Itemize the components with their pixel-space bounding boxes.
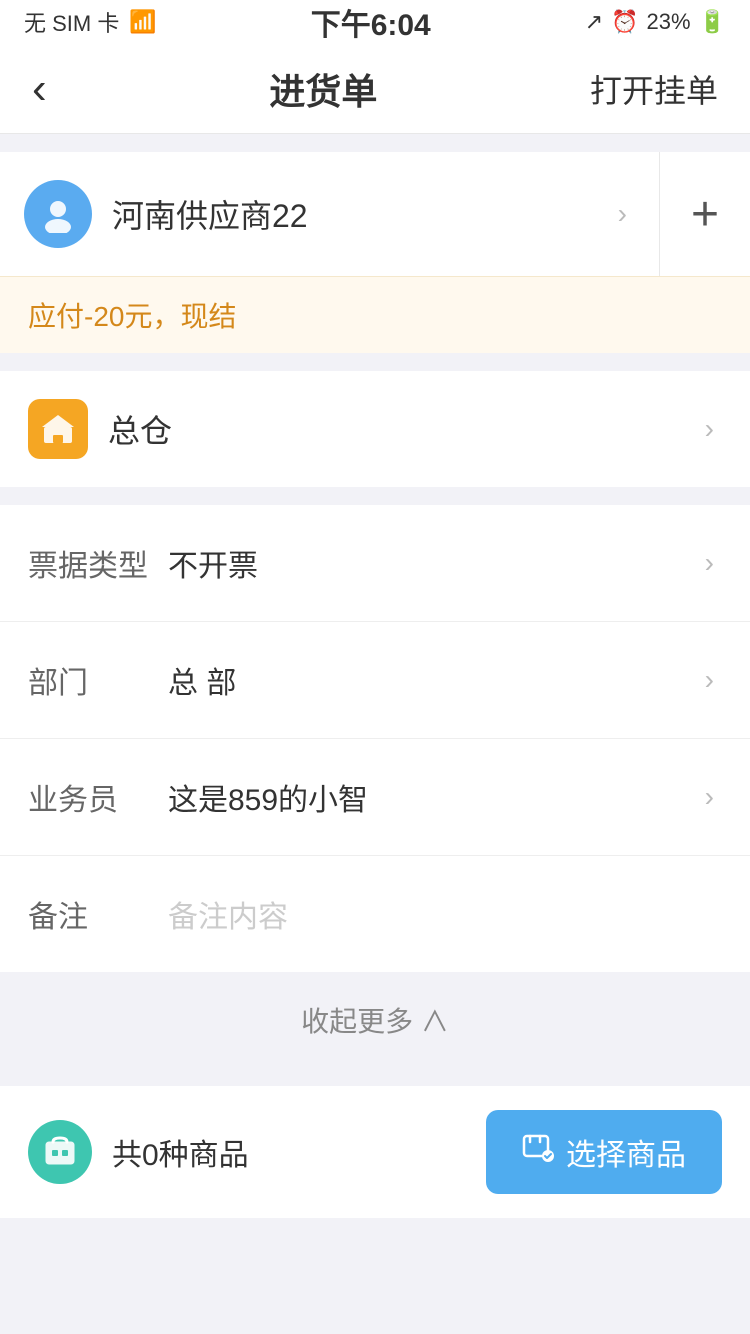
remark-label: 备注 (28, 892, 168, 936)
collapse-label: 收起更多 ∧ (301, 1000, 449, 1040)
invoice-type-row[interactable]: 票据类型 不开票 › (0, 505, 750, 622)
supplier-avatar (24, 180, 92, 248)
battery-indicator: 23% (647, 9, 691, 35)
warehouse-icon (28, 399, 88, 459)
supplier-section: 河南供应商22 › + (0, 152, 750, 276)
wifi-icon: 📶 (129, 9, 156, 35)
nav-bar: ‹ 进货单 打开挂单 (0, 44, 750, 134)
warehouse-chevron-icon: › (705, 413, 714, 445)
product-count: 共0种商品 (112, 1130, 466, 1174)
status-time: 下午6:04 (311, 0, 431, 44)
supplier-name: 河南供应商22 (112, 191, 598, 237)
dept-chevron-icon: › (705, 664, 714, 696)
department-row[interactable]: 部门 总 部 › (0, 622, 750, 739)
salesperson-row[interactable]: 业务员 这是859的小智 › (0, 739, 750, 856)
supplier-chevron-icon: › (618, 198, 627, 230)
invoice-label: 票据类型 (28, 541, 168, 585)
salesperson-value: 这是859的小智 (168, 775, 705, 819)
salesperson-chevron-icon: › (705, 781, 714, 813)
notice-text: 应付-20元，现结 (28, 301, 236, 332)
status-left: 无 SIM 卡 📶 (24, 6, 157, 38)
remark-input[interactable]: 备注内容 (168, 892, 722, 936)
sim-label: 无 SIM 卡 (24, 6, 119, 38)
bottom-bar: 共0种商品 选择商品 (0, 1086, 750, 1218)
back-button[interactable]: ‹ (32, 57, 57, 121)
select-product-icon (522, 1134, 554, 1170)
product-icon (28, 1120, 92, 1184)
open-pending-button[interactable]: 打开挂单 (590, 66, 718, 112)
page-title: 进货单 (269, 63, 377, 115)
warehouse-name: 总仓 (108, 406, 685, 452)
collapse-row[interactable]: 收起更多 ∧ (0, 972, 750, 1068)
dept-value: 总 部 (168, 658, 705, 702)
warehouse-section[interactable]: 总仓 › (0, 371, 750, 487)
status-bar: 无 SIM 卡 📶 下午6:04 ↗ ⏰ 23% 🔋 (0, 0, 750, 44)
invoice-chevron-icon: › (705, 547, 714, 579)
notice-bar: 应付-20元，现结 (0, 276, 750, 353)
select-product-label: 选择商品 (566, 1130, 686, 1174)
direction-icon: ↗ (585, 9, 603, 35)
alarm-icon: ⏰ (611, 9, 638, 35)
supplier-selector[interactable]: 河南供应商22 › (0, 152, 660, 276)
select-product-button[interactable]: 选择商品 (486, 1110, 722, 1194)
remark-row[interactable]: 备注 备注内容 (0, 856, 750, 972)
salesperson-label: 业务员 (28, 775, 168, 819)
status-right: ↗ ⏰ 23% 🔋 (585, 9, 726, 35)
add-supplier-button[interactable]: + (660, 152, 750, 276)
invoice-value: 不开票 (168, 541, 705, 585)
gap-1 (0, 134, 750, 152)
battery-icon: 🔋 (699, 9, 726, 35)
form-section: 票据类型 不开票 › 部门 总 部 › 业务员 这是859的小智 › 备注 备注… (0, 505, 750, 972)
dept-label: 部门 (28, 658, 168, 702)
